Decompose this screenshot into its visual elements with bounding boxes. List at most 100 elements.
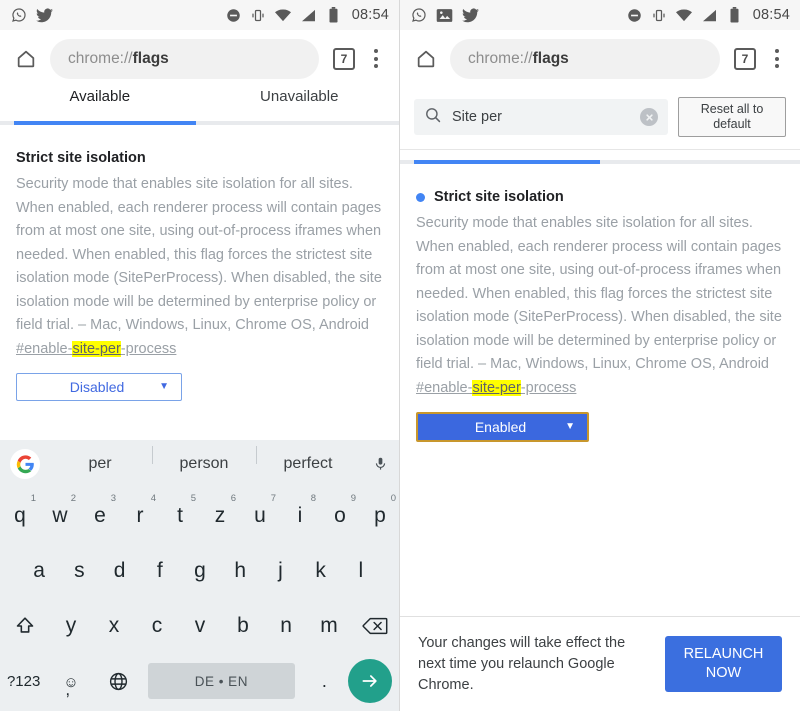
shift-key-icon[interactable] xyxy=(0,602,49,650)
flag-card-left: Strict site isolation Security mode that… xyxy=(0,150,399,401)
key-q[interactable]: 1q xyxy=(0,492,40,540)
address-bar[interactable]: chrome://flags xyxy=(450,38,720,79)
key-w[interactable]: 2w xyxy=(40,492,80,540)
url-prefix: chrome:// xyxy=(68,49,133,67)
status-bar-notification-icons xyxy=(410,7,479,24)
spacebar-key[interactable]: DE • EN xyxy=(147,663,295,699)
key-q-number: 1 xyxy=(30,492,36,504)
key-m[interactable]: m xyxy=(308,602,351,650)
key-o-number: 9 xyxy=(350,492,356,504)
keyboard-row-2: a s d f g h j k l xyxy=(0,543,399,598)
flag-id-highlight: site-per xyxy=(472,379,521,396)
status-bar: 08:54 xyxy=(400,0,800,30)
key-l[interactable]: l xyxy=(341,547,381,595)
overflow-menu-icon[interactable] xyxy=(365,49,387,68)
whatsapp-icon xyxy=(410,7,427,24)
suggestion-1[interactable]: per xyxy=(48,455,152,473)
key-u[interactable]: 7u xyxy=(240,492,280,540)
tab-indicator-track xyxy=(400,160,800,164)
browser-toolbar: chrome://flags 7 xyxy=(400,30,800,87)
key-s[interactable]: s xyxy=(59,547,99,595)
address-bar[interactable]: chrome://flags xyxy=(50,38,319,79)
right-phone-screen: 08:54 chrome://flags 7 Site per Reset al… xyxy=(400,0,800,711)
toolbar-divider xyxy=(400,149,800,150)
key-w-label: w xyxy=(52,503,68,527)
key-d[interactable]: d xyxy=(99,547,139,595)
key-c[interactable]: c xyxy=(135,602,178,650)
flag-id-suffix: -process xyxy=(120,340,177,357)
flag-id-link[interactable]: #enable-site-per-process xyxy=(416,379,784,396)
key-t[interactable]: 5t xyxy=(160,492,200,540)
clear-icon[interactable] xyxy=(640,108,658,126)
key-j[interactable]: j xyxy=(260,547,300,595)
key-z[interactable]: 6z xyxy=(200,492,240,540)
twitter-icon xyxy=(462,7,479,24)
search-icon xyxy=(424,106,442,129)
language-globe-icon[interactable] xyxy=(95,657,142,705)
suggestion-3[interactable]: perfect xyxy=(256,446,360,473)
flag-select-wrapper: Enabled ▼ xyxy=(416,411,784,442)
key-i[interactable]: 8i xyxy=(280,492,320,540)
flag-title: Strict site isolation xyxy=(434,189,564,205)
key-f[interactable]: f xyxy=(140,547,180,595)
signal-icon xyxy=(701,7,718,24)
flags-search-row: Site per Reset all to default xyxy=(400,87,800,149)
key-i-label: i xyxy=(297,503,303,527)
microphone-icon[interactable] xyxy=(360,454,399,474)
key-r[interactable]: 4r xyxy=(120,492,160,540)
key-k[interactable]: k xyxy=(301,547,341,595)
google-logo-icon[interactable] xyxy=(10,449,40,479)
flag-title: Strict site isolation xyxy=(16,150,146,166)
overflow-menu-icon[interactable] xyxy=(766,49,788,68)
flag-title-row: Strict site isolation xyxy=(416,189,784,205)
twitter-icon xyxy=(36,7,53,24)
on-screen-keyboard: per person perfect 1q 2w 3e 4r 5t 6z 7u … xyxy=(0,440,399,711)
flag-description: Security mode that enables site isolatio… xyxy=(416,215,782,372)
modified-indicator-icon xyxy=(416,192,425,202)
key-y[interactable]: y xyxy=(49,602,92,650)
whatsapp-icon xyxy=(10,7,27,24)
key-h[interactable]: h xyxy=(220,547,260,595)
flag-description: Security mode that enables site isolatio… xyxy=(16,176,382,333)
emoji-comma-key[interactable]: ☺ , xyxy=(47,657,94,705)
suggestion-2[interactable]: person xyxy=(152,446,256,473)
key-g[interactable]: g xyxy=(180,547,220,595)
period-key[interactable]: . xyxy=(301,657,348,705)
tab-switcher-button[interactable]: 7 xyxy=(333,47,355,70)
tab-indicator-active xyxy=(414,160,600,164)
flag-card-right: Strict site isolation Security mode that… xyxy=(400,189,800,442)
key-p[interactable]: 0p xyxy=(360,492,399,540)
vibrate-icon xyxy=(250,7,267,24)
key-n[interactable]: n xyxy=(265,602,308,650)
key-e[interactable]: 3e xyxy=(80,492,120,540)
home-icon[interactable] xyxy=(12,45,40,73)
keyboard-row-3: y x c v b n m xyxy=(0,598,399,653)
relaunch-now-button[interactable]: RELAUNCH NOW xyxy=(665,636,782,692)
key-o[interactable]: 9o xyxy=(320,492,360,540)
tab-indicator-track xyxy=(0,121,399,125)
url-host: flags xyxy=(132,49,169,67)
flag-state-select[interactable]: Enabled ▼ xyxy=(416,411,589,442)
tab-available[interactable]: Available xyxy=(0,87,200,121)
flag-state-select[interactable]: Disabled ▼ xyxy=(16,372,182,401)
tab-switcher-button[interactable]: 7 xyxy=(734,47,756,70)
search-input[interactable]: Site per xyxy=(414,99,668,135)
search-input-value: Site per xyxy=(452,109,502,125)
enter-arrow-icon[interactable] xyxy=(348,659,393,703)
symbols-key[interactable]: ?123 xyxy=(0,657,47,705)
key-r-label: r xyxy=(136,503,144,527)
key-a[interactable]: a xyxy=(19,547,59,595)
flag-id-prefix: #enable- xyxy=(416,379,473,396)
key-b[interactable]: b xyxy=(222,602,265,650)
home-icon[interactable] xyxy=(412,45,440,73)
reset-all-to-default-button[interactable]: Reset all to default xyxy=(678,97,786,137)
flag-id-link[interactable]: #enable-site-per-process xyxy=(16,340,383,357)
tab-unavailable[interactable]: Unavailable xyxy=(200,87,400,121)
flag-id-suffix: -process xyxy=(520,379,577,396)
backspace-key-icon[interactable] xyxy=(351,602,399,650)
flag-select-wrapper: Disabled ▼ xyxy=(16,372,383,401)
key-x[interactable]: x xyxy=(92,602,135,650)
keyboard-row-1: 1q 2w 3e 4r 5t 6z 7u 8i 9o 0p xyxy=(0,488,399,543)
key-r-number: 4 xyxy=(150,492,156,504)
key-v[interactable]: v xyxy=(179,602,222,650)
